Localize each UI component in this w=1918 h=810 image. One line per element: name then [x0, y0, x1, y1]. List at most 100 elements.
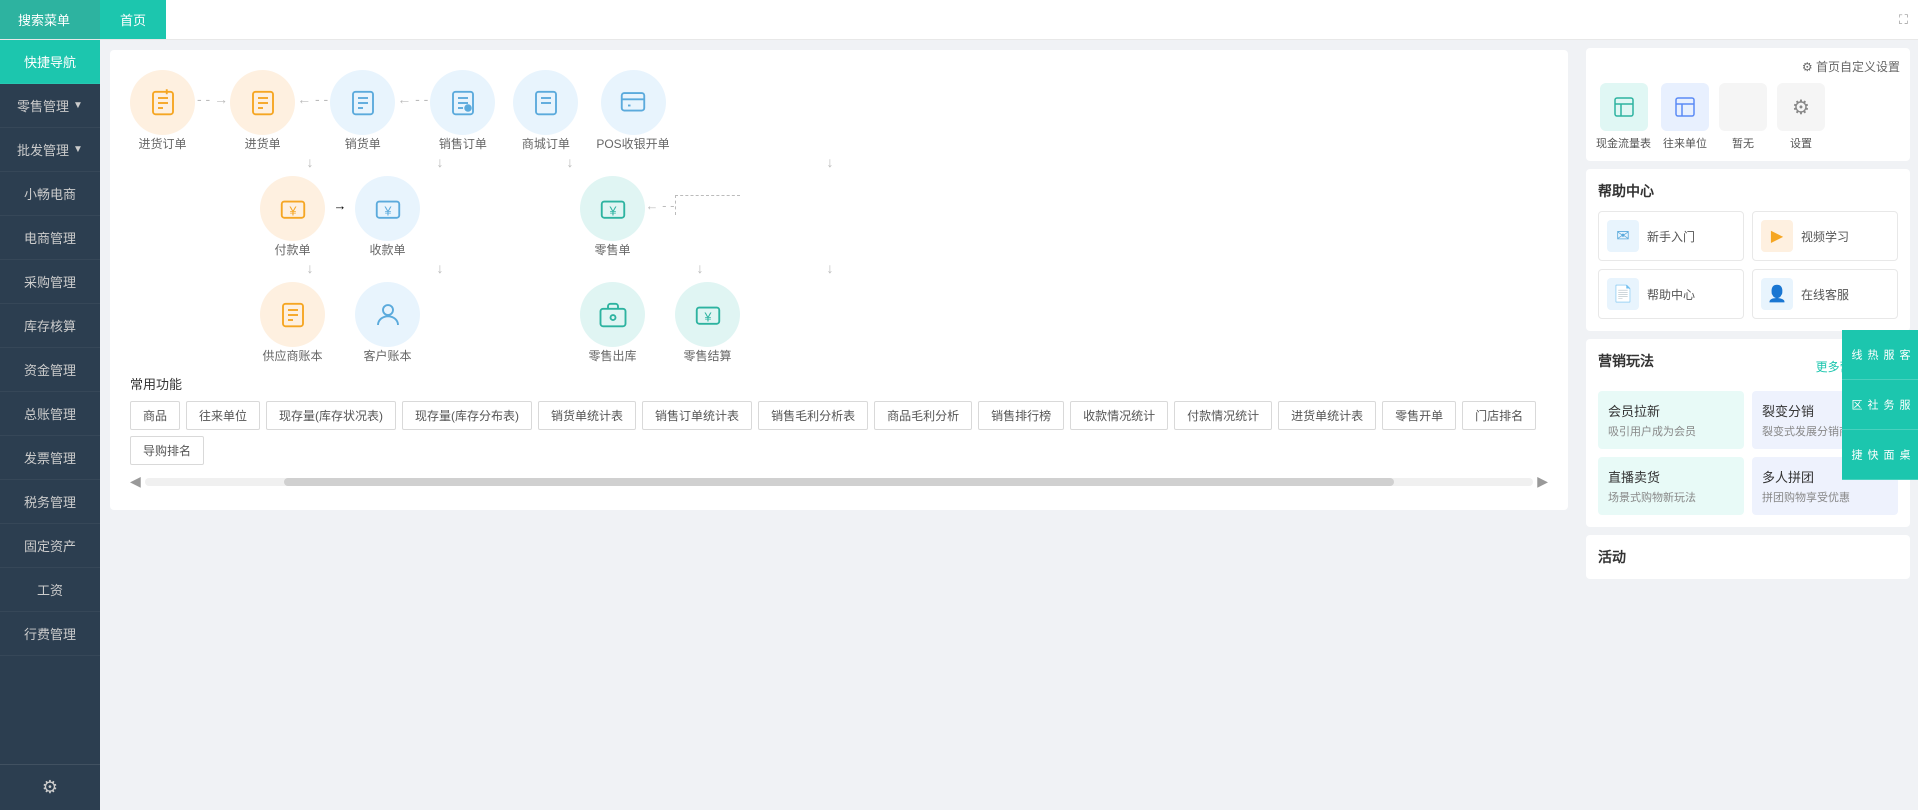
none-label: 暂无: [1732, 135, 1754, 151]
func-btn-商品毛利分析[interactable]: 商品毛利分析: [874, 401, 972, 430]
func-btn-销货单统计表[interactable]: 销货单统计表: [538, 401, 636, 430]
quick-icon-none[interactable]: 暂无: [1719, 83, 1767, 151]
svg-text:¥: ¥: [608, 204, 616, 218]
help-item-help[interactable]: 📄 帮助中心: [1598, 269, 1744, 319]
scroll-right-btn[interactable]: ▶: [1537, 473, 1548, 490]
tab-home[interactable]: 首页: [100, 0, 166, 39]
mkt-live[interactable]: 直播卖货 场景式购物新玩法: [1598, 457, 1744, 515]
purchase-bill-icon[interactable]: [230, 70, 295, 135]
arrow-payment-receipt: →: [325, 198, 355, 237]
help-item-video[interactable]: ▶ 视频学习: [1752, 211, 1898, 261]
scroll-thumb: [284, 478, 1395, 486]
online-service-text: 在线客服: [1801, 286, 1849, 303]
retail-out-icon[interactable]: [580, 282, 645, 347]
func-btn-销售排行榜[interactable]: 销售排行榜: [978, 401, 1064, 430]
func-btn-现存量(库存分布表)[interactable]: 现存量(库存分布表): [402, 401, 532, 430]
scroll-row: ◀ ▶: [130, 473, 1548, 490]
beginner-text: 新手入门: [1647, 228, 1695, 245]
cash-flow-label: 现金流量表: [1596, 135, 1651, 151]
sales-bill-icon[interactable]: [330, 70, 395, 135]
node-retail-out: 零售出库: [580, 282, 645, 364]
sidebar-item-invoice[interactable]: 发票管理: [0, 436, 100, 480]
sidebar-item-purchase-mgmt[interactable]: 采购管理: [0, 260, 100, 304]
flow-row-2: ¥ 付款单 → ¥ 收款单: [130, 176, 1548, 258]
purchase-order-icon[interactable]: [130, 70, 195, 135]
quick-icon-partners[interactable]: 往来单位: [1661, 83, 1709, 151]
sidebar-item-xiaochang[interactable]: 小畅电商: [0, 172, 100, 216]
vc2: ↓: [260, 152, 360, 172]
search-menu[interactable]: 搜索菜单: [0, 0, 100, 39]
receipt-label: 收款单: [369, 241, 405, 258]
float-btn-service-community[interactable]: 服务社区: [1842, 380, 1918, 430]
vc2-spacer3: [490, 258, 520, 278]
sidebar-item-inventory[interactable]: 库存核算: [0, 304, 100, 348]
quick-icon-cash-flow[interactable]: 现金流量表: [1596, 83, 1651, 151]
vc2-2: ↓: [260, 258, 360, 278]
mall-order-icon[interactable]: [513, 70, 578, 135]
func-btn-销售订单统计表[interactable]: 销售订单统计表: [642, 401, 752, 430]
func-btn-进货单统计表[interactable]: 进货单统计表: [1278, 401, 1376, 430]
quick-nav-card: 进货订单 - - → 进货单 ← - -: [110, 50, 1568, 510]
float-btn-desktop-quick[interactable]: 桌面快捷: [1842, 430, 1918, 480]
sidebar-item-finance[interactable]: 资金管理: [0, 348, 100, 392]
func-btn-现存量(库存状况表)[interactable]: 现存量(库存状况表): [266, 401, 396, 430]
vc2-3: ↓: [390, 258, 490, 278]
func-btn-销售毛利分析表[interactable]: 销售毛利分析表: [758, 401, 868, 430]
func-btn-商品[interactable]: 商品: [130, 401, 180, 430]
sidebar-item-wholesale-mgmt[interactable]: 批发管理 ▼: [0, 128, 100, 172]
arrow-2: ← - -: [297, 91, 328, 107]
sidebar-item-fixed-assets[interactable]: 固定资产: [0, 524, 100, 568]
help-item-beginner[interactable]: ✉ 新手入门: [1598, 211, 1744, 261]
supplier-account-icon[interactable]: [260, 282, 325, 347]
help-center-title: 帮助中心: [1598, 181, 1898, 201]
payment-icon[interactable]: ¥: [260, 176, 325, 241]
vc2-spacer1: [230, 258, 260, 278]
mkt-member-title: 会员拉新: [1608, 401, 1734, 420]
func-btn-零售开单[interactable]: 零售开单: [1382, 401, 1456, 430]
common-functions: 常用功能 商品往来单位现存量(库存状况表)现存量(库存分布表)销货单统计表销售订…: [130, 374, 1548, 465]
scroll-left-btn[interactable]: ◀: [130, 473, 141, 490]
sidebar-item-more[interactable]: 行费管理: [0, 612, 100, 656]
node-sales-order: 销售订单: [430, 70, 495, 152]
sidebar-item-general-ledger[interactable]: 总账管理: [0, 392, 100, 436]
pos-icon[interactable]: [601, 70, 666, 135]
common-functions-title: 常用功能: [130, 374, 1548, 393]
down-arrow-so: ↓: [567, 152, 574, 172]
receipt-icon[interactable]: ¥: [355, 176, 420, 241]
payment-label: 付款单: [274, 241, 310, 258]
quick-icon-settings[interactable]: ⚙ 设置: [1777, 83, 1825, 151]
flow-row-1: 进货订单 - - → 进货单 ← - -: [130, 70, 1548, 152]
float-btn-customer-service[interactable]: 客服热线: [1842, 330, 1918, 380]
retail-order-icon[interactable]: ¥: [580, 176, 645, 241]
vc6: ↓: [780, 152, 880, 172]
quick-icons-row: 现金流量表 往来单位 暂无 ⚙ 设置: [1596, 83, 1900, 151]
func-btn-门店排名[interactable]: 门店排名: [1462, 401, 1536, 430]
func-btn-往来单位[interactable]: 往来单位: [186, 401, 260, 430]
vc2-6: ↓: [780, 258, 880, 278]
vc2-spacer2: [360, 258, 390, 278]
sidebar-item-ecom-mgmt[interactable]: 电商管理: [0, 216, 100, 260]
customer-account-icon[interactable]: [355, 282, 420, 347]
scroll-track[interactable]: [145, 478, 1533, 486]
sidebar-item-tax[interactable]: 税务管理: [0, 480, 100, 524]
expand-icon[interactable]: ⛶: [1899, 12, 1918, 28]
retail-settle-icon[interactable]: ¥: [675, 282, 740, 347]
sidebar-item-payroll[interactable]: 工资: [0, 568, 100, 612]
sidebar-gear[interactable]: ⚙: [0, 764, 100, 810]
func-btn-付款情况统计[interactable]: 付款情况统计: [1174, 401, 1272, 430]
customize-link[interactable]: ⚙ 首页自定义设置: [1802, 58, 1900, 75]
help-center: 帮助中心 ✉ 新手入门 ▶ 视频学习 📄 帮助中心 👤: [1586, 169, 1910, 331]
wholesale-mgmt-arrow: ▼: [73, 144, 83, 155]
mkt-member-subtitle: 吸引用户成为会员: [1608, 423, 1734, 439]
settings-label: 设置: [1790, 135, 1812, 151]
mkt-member[interactable]: 会员拉新 吸引用户成为会员: [1598, 391, 1744, 449]
video-icon: ▶: [1761, 220, 1793, 252]
func-btn-收款情况统计[interactable]: 收款情况统计: [1070, 401, 1168, 430]
sales-order-icon[interactable]: [430, 70, 495, 135]
sidebar-item-quick-nav[interactable]: 快捷导航: [0, 40, 100, 84]
node-customer-account: 客户账本: [355, 282, 420, 364]
node-receipt: ¥ 收款单: [355, 176, 420, 258]
sidebar-item-retail-mgmt[interactable]: 零售管理 ▼: [0, 84, 100, 128]
func-btn-导购排名[interactable]: 导购排名: [130, 436, 204, 465]
help-item-online-service[interactable]: 👤 在线客服: [1752, 269, 1898, 319]
